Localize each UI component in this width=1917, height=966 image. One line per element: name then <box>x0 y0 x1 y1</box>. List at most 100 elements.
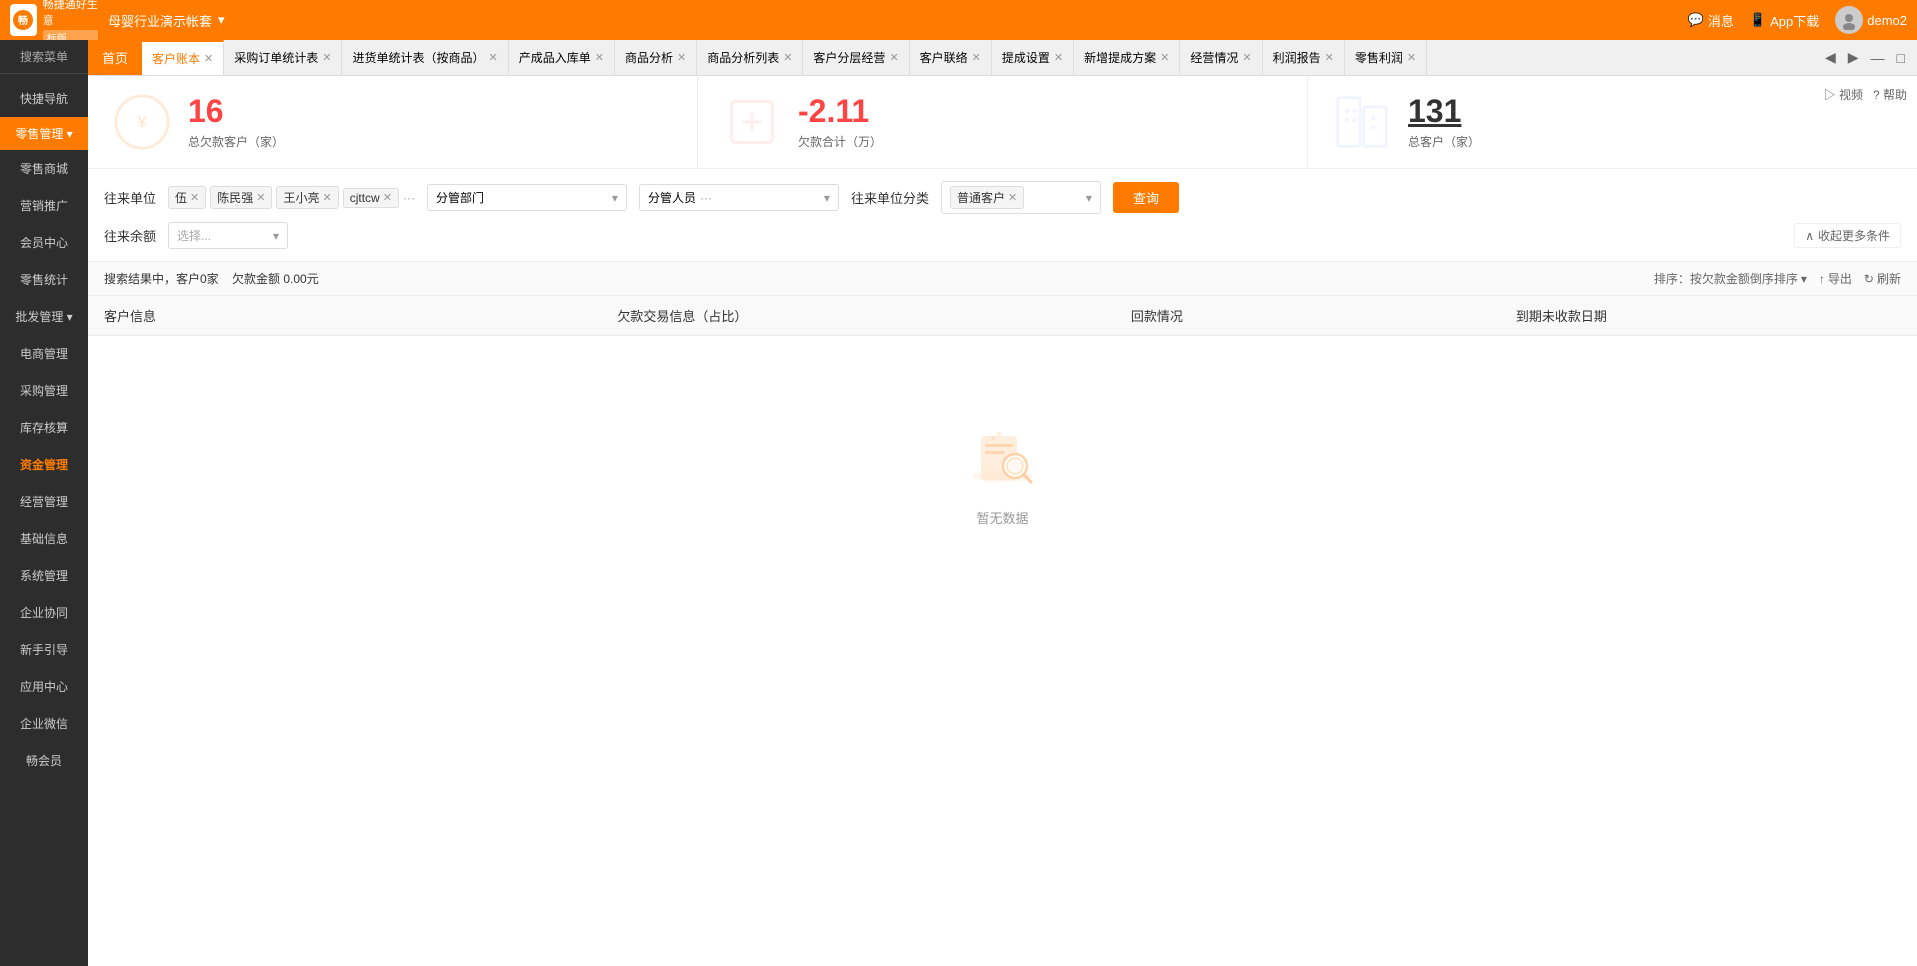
sidebar-item-retail-mgmt[interactable]: 零售管理 ▾ <box>0 117 88 150</box>
video-btn[interactable]: ▷ 视频 <box>1824 86 1863 103</box>
help-btn[interactable]: ? 帮助 <box>1873 86 1907 103</box>
tab-business-status[interactable]: 经营情况 ✕ <box>1180 40 1262 76</box>
tab-bar-actions: ◀ ▶ — □ <box>1813 47 1917 68</box>
credit-amount-value: -2.11 <box>798 94 882 129</box>
tab-business-status-close[interactable]: ✕ <box>1242 51 1251 64</box>
person-dropdown-arrow: ▾ <box>824 191 830 205</box>
tab-customer-layer[interactable]: 客户分层经营 ✕ <box>803 40 909 76</box>
sort-button[interactable]: 排序：按欠款金额倒序排序 ▾ <box>1654 270 1807 287</box>
results-amount-text: 欠款金额 0.00元 <box>232 272 319 286</box>
tab-minimize[interactable]: — <box>1867 48 1889 68</box>
help-label: 帮助 <box>1883 88 1907 102</box>
sidebar-item-new-guide[interactable]: 新手引导 <box>0 631 88 668</box>
sidebar-item-inventory[interactable]: 库存核算 <box>0 409 88 446</box>
tab-profit-report-label: 利润报告 <box>1273 49 1321 66</box>
sidebar-item-ecom-mgmt[interactable]: 电商管理 <box>0 335 88 372</box>
tab-business-status-label: 经营情况 <box>1190 49 1238 66</box>
sidebar-item-purchase-mgmt[interactable]: 采购管理 <box>0 372 88 409</box>
tab-purchase-order-stats[interactable]: 采购订单统计表 ✕ <box>224 40 342 76</box>
tab-purchase-close[interactable]: ✕ <box>322 51 331 64</box>
results-actions: 排序：按欠款金额倒序排序 ▾ ↑ 导出 ↻ 刷新 <box>1654 270 1901 287</box>
collapse-button[interactable]: ∧ 收起更多条件 <box>1794 223 1901 248</box>
sidebar-item-wholesale-mgmt[interactable]: 批发管理 ▾ <box>0 298 88 335</box>
balance-filter-label: 往来余额 <box>104 226 156 245</box>
tab-home[interactable]: 首页 <box>88 40 142 76</box>
filter-tag-chen[interactable]: 陈民强 ✕ <box>210 186 272 209</box>
tab-product-analysis-list[interactable]: 商品分析列表 ✕ <box>697 40 803 76</box>
export-button[interactable]: ↑ 导出 <box>1819 270 1852 287</box>
stat-total-customers-values: 131 总客户（家） <box>1408 94 1480 150</box>
tab-goods-purchase-close[interactable]: ✕ <box>489 51 498 64</box>
tab-retail-profit[interactable]: 零售利润 ✕ <box>1345 40 1427 76</box>
filter-tag-wu[interactable]: 伍 ✕ <box>168 186 206 209</box>
tab-commission-setting-close[interactable]: ✕ <box>1054 51 1063 64</box>
filter-tag-cjttcw[interactable]: cjttcw ✕ <box>343 188 399 208</box>
tab-commission-setting[interactable]: 提成设置 ✕ <box>992 40 1074 76</box>
app-center-label: 应用中心 <box>20 680 68 694</box>
tab-product-inbound[interactable]: 产成品入库单 ✕ <box>509 40 615 76</box>
new-guide-label: 新手引导 <box>20 643 68 657</box>
tag-wu-remove[interactable]: ✕ <box>190 191 199 204</box>
sidebar-item-retail-mall[interactable]: 零售商城 <box>0 150 88 187</box>
workspace-selector[interactable]: 母婴行业演示帐套 ▾ <box>108 11 225 30</box>
tab-product-analysis-list-close[interactable]: ✕ <box>783 51 792 64</box>
tab-customer-contact-close[interactable]: ✕ <box>972 51 981 64</box>
tab-profit-report[interactable]: 利润报告 ✕ <box>1263 40 1345 76</box>
filter-tag-wang[interactable]: 王小亮 ✕ <box>276 186 338 209</box>
sidebar-item-basic-info[interactable]: 基础信息 <box>0 520 88 557</box>
refresh-button[interactable]: ↻ 刷新 <box>1864 270 1901 287</box>
sidebar-item-enterprise-collab[interactable]: 企业协同 <box>0 594 88 631</box>
tab-maximize[interactable]: □ <box>1893 48 1909 68</box>
dept-filter-select[interactable]: 分管部门 ▾ <box>427 184 627 211</box>
sidebar-item-marketing[interactable]: 营销推广 <box>0 187 88 224</box>
tab-product-inbound-close[interactable]: ✕ <box>595 51 604 64</box>
tag-wang-remove[interactable]: ✕ <box>323 191 332 204</box>
sidebar-item-retail-stats[interactable]: 零售统计 <box>0 261 88 298</box>
more-tags-btn[interactable]: ··· <box>403 191 415 205</box>
tab-profit-report-close[interactable]: ✕ <box>1325 51 1334 64</box>
sidebar-item-enterprise-wechat[interactable]: 企业微信 <box>0 705 88 742</box>
sidebar-item-sys-mgmt[interactable]: 系统管理 <box>0 557 88 594</box>
sidebar-item-finance-mgmt[interactable]: 资金管理 <box>0 446 88 483</box>
tab-customer-contact[interactable]: 客户联络 ✕ <box>910 40 992 76</box>
tag-chen-remove[interactable]: ✕ <box>256 191 265 204</box>
credit-amount-label: 欠款合计（万） <box>798 133 882 150</box>
sidebar-search[interactable]: 搜索菜单 <box>0 40 88 74</box>
message-button[interactable]: 💬 消息 <box>1688 11 1734 30</box>
tab-scroll-left[interactable]: ◀ <box>1821 47 1840 68</box>
basic-info-label: 基础信息 <box>20 532 68 546</box>
balance-filter-select[interactable]: 选择... ▾ <box>168 222 288 249</box>
tag-cjttcw-remove[interactable]: ✕ <box>383 191 392 204</box>
unit-filter-label: 往来单位 <box>104 188 156 207</box>
tab-scroll-right[interactable]: ▶ <box>1844 47 1863 68</box>
ops-mgmt-label: 经营管理 <box>20 495 68 509</box>
tab-customer-account[interactable]: 客户账本 ✕ <box>142 40 224 76</box>
sidebar-item-member-center[interactable]: 会员中心 <box>0 224 88 261</box>
tab-product-analysis[interactable]: 商品分析 ✕ <box>615 40 697 76</box>
tab-customer-layer-close[interactable]: ✕ <box>889 51 898 64</box>
filter-area: 往来单位 伍 ✕ 陈民强 ✕ 王小亮 <box>88 169 1917 262</box>
tab-commission-setting-label: 提成设置 <box>1002 49 1050 66</box>
user-avatar[interactable]: demo2 <box>1835 6 1907 34</box>
tab-retail-profit-close[interactable]: ✕ <box>1407 51 1416 64</box>
sidebar-item-app-center[interactable]: 应用中心 <box>0 668 88 705</box>
svg-text:¥: ¥ <box>137 113 147 132</box>
tab-goods-purchase-stats[interactable]: 进货单统计表（按商品） ✕ <box>342 40 508 76</box>
unit-category-tag-remove[interactable]: ✕ <box>1008 191 1017 204</box>
message-icon: 💬 <box>1688 12 1704 28</box>
app-download-button[interactable]: 📱 App下载 <box>1750 11 1819 30</box>
stats-bar: ¥ 16 总欠款客户（家） <box>88 76 1917 169</box>
top-bar: 畅 畅捷通好生意 标版 母婴行业演示帐套 ▾ 💬 消息 📱 App下载 <box>0 0 1917 40</box>
person-filter-select[interactable]: 分管人员 ··· ▾ <box>639 184 839 211</box>
credit-customers-icon: ¥ <box>112 92 172 152</box>
purchase-mgmt-label: 采购管理 <box>20 384 68 398</box>
tab-new-commission-close[interactable]: ✕ <box>1160 51 1169 64</box>
tab-product-analysis-close[interactable]: ✕ <box>677 51 686 64</box>
query-button[interactable]: 查询 <box>1113 182 1179 213</box>
tab-customer-account-close[interactable]: ✕ <box>204 52 213 65</box>
sidebar-item-chang-member[interactable]: 畅会员 <box>0 742 88 779</box>
unit-category-filter-select[interactable]: 普通客户 ✕ ▾ <box>941 181 1101 214</box>
sidebar-item-quick-nav[interactable]: 快捷导航 <box>0 80 88 117</box>
tab-new-commission[interactable]: 新增提成方案 ✕ <box>1074 40 1180 76</box>
sidebar-item-ops-mgmt[interactable]: 经营管理 <box>0 483 88 520</box>
